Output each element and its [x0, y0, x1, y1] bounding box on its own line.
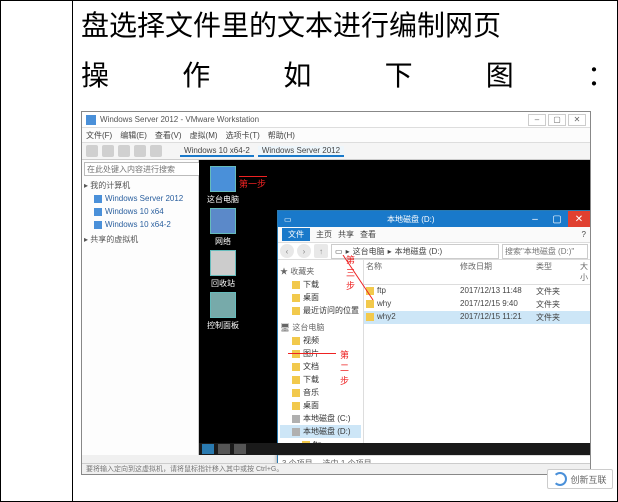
nav-up-button[interactable]: ↑	[314, 244, 328, 258]
desktop-icon-recycle[interactable]: 回收站	[205, 250, 241, 289]
menu-tab[interactable]: 选项卡(T)	[226, 130, 260, 141]
sidebar-item-recent[interactable]: 最近访问的位置	[280, 304, 361, 317]
ribbon-home[interactable]: 主页	[316, 229, 332, 240]
vmware-toolbar[interactable]: Windows 10 x64-2 Windows Server 2012	[82, 143, 590, 160]
explorer-titlebar[interactable]: ▭ 本地磁盘 (D:) – ▢ ✕	[278, 211, 590, 227]
nav-forward-button[interactable]: ›	[297, 244, 311, 258]
ribbon-share[interactable]: 共享	[338, 229, 354, 240]
sidebar-search-input[interactable]	[84, 162, 200, 176]
watermark-brand: 创新互联	[547, 469, 613, 489]
tree-item[interactable]: Windows 10 x64-2	[84, 218, 196, 231]
close-button[interactable]: ✕	[568, 114, 586, 126]
vmware-titlebar[interactable]: Windows Server 2012 - VMware Workstation…	[82, 112, 590, 128]
toolbar-icon[interactable]	[86, 145, 98, 157]
explorer-min-button[interactable]: –	[524, 211, 546, 227]
explorer-window: ▭ 本地磁盘 (D:) – ▢ ✕ 文件 主页 共享 查看 ? ‹ ›	[277, 210, 591, 468]
taskbar-item[interactable]	[234, 444, 246, 454]
explorer-addressbar[interactable]: ‹ › ↑ ▭ ▸ 这台电脑 ▸ 本地磁盘 (D:)	[278, 243, 590, 260]
sidebar-item-drive-c[interactable]: 本地磁盘 (C:)	[280, 412, 361, 425]
column-headers[interactable]: 名称 修改日期 类型 大小	[364, 260, 590, 285]
toolbar-icon[interactable]	[118, 145, 130, 157]
menu-edit[interactable]: 编辑(E)	[120, 130, 147, 141]
table-row[interactable]: ftp 2017/12/13 11:48 文件夹	[364, 285, 590, 298]
sidebar-item-music[interactable]: 音乐	[280, 386, 361, 399]
annotation-step1: 第一步	[239, 176, 267, 190]
ribbon-file[interactable]: 文件	[282, 228, 310, 241]
ribbon-view[interactable]: 查看	[360, 229, 376, 240]
nav-back-button[interactable]: ‹	[280, 244, 294, 258]
ribbon-help-icon[interactable]: ?	[582, 230, 586, 239]
explorer-search-input[interactable]	[502, 244, 588, 259]
tree-shared[interactable]: ▸ 共享的虚拟机	[84, 233, 196, 246]
drive-icon: ▭	[278, 215, 298, 224]
minimize-button[interactable]: –	[528, 114, 546, 126]
network-icon	[210, 208, 236, 234]
guest-taskbar[interactable]	[199, 443, 590, 455]
doc-line1: 盘选择文件里的文本进行编制网页	[81, 7, 615, 47]
sidebar-item-drive-d[interactable]: 本地磁盘 (D:)	[280, 425, 361, 438]
explorer-title: 本地磁盘 (D:)	[298, 214, 524, 225]
explorer-ribbon[interactable]: 文件 主页 共享 查看 ?	[278, 227, 590, 243]
tree-root[interactable]: ▸ 我的计算机	[84, 179, 196, 192]
vmware-statusbar: 要将输入定向到这虚拟机，请将鼠标指针移入其中或按 Ctrl+G。	[82, 463, 590, 474]
vmware-title: Windows Server 2012 - VMware Workstation	[100, 115, 526, 124]
menu-file[interactable]: 文件(F)	[86, 130, 112, 141]
menu-vm[interactable]: 虚拟(M)	[190, 130, 218, 141]
vmware-window: Windows Server 2012 - VMware Workstation…	[81, 111, 591, 475]
start-button[interactable]	[202, 444, 214, 454]
folder-icon	[366, 313, 374, 321]
brand-logo-icon	[553, 472, 567, 486]
table-row[interactable]: why 2017/12/15 9:40 文件夹	[364, 298, 590, 311]
sidebar-item-videos[interactable]: 视频	[280, 334, 361, 347]
table-row-selected[interactable]: why2 2017/12/15 11:21 文件夹	[364, 311, 590, 324]
sidebar-this-pc[interactable]: 🖥 这台电脑	[280, 321, 361, 334]
computer-icon	[210, 166, 236, 192]
vmware-sidebar[interactable]: ▸ 我的计算机 Windows Server 2012 Windows 10 x…	[82, 160, 199, 455]
desktop-icon-control-panel[interactable]: 控制面板	[205, 292, 241, 331]
taskbar-item[interactable]	[218, 444, 230, 454]
control-panel-icon	[210, 292, 236, 318]
tree-item[interactable]: Windows Server 2012	[84, 192, 196, 205]
toolbar-icon[interactable]	[102, 145, 114, 157]
menu-view[interactable]: 查看(V)	[155, 130, 182, 141]
tree-item[interactable]: Windows 10 x64	[84, 205, 196, 218]
doc-line2: 操 作 如 下 图 ：	[81, 57, 615, 97]
toolbar-icon[interactable]	[134, 145, 146, 157]
explorer-close-button[interactable]: ✕	[568, 211, 590, 227]
toolbar-icon[interactable]	[150, 145, 162, 157]
sidebar-item-desktop2[interactable]: 桌面	[280, 399, 361, 412]
vm-tab-active[interactable]: Windows Server 2012	[258, 146, 344, 157]
vmware-icon	[86, 115, 96, 125]
menu-help[interactable]: 帮助(H)	[268, 130, 295, 141]
vmware-menubar[interactable]: 文件(F) 编辑(E) 查看(V) 虚拟(M) 选项卡(T) 帮助(H)	[82, 128, 590, 143]
desktop-icon-this-pc[interactable]: 这台电脑	[205, 166, 241, 205]
maximize-button[interactable]: ▢	[548, 114, 566, 126]
recycle-icon	[210, 250, 236, 276]
desktop-icon-network[interactable]: 网络	[205, 208, 241, 247]
vm-tab[interactable]: Windows 10 x64-2	[180, 146, 254, 157]
explorer-max-button[interactable]: ▢	[546, 211, 568, 227]
guest-desktop[interactable]: 这台电脑 第一步 网络 回收站 控制面板 ▭ 本地磁盘 (D:) –	[199, 160, 590, 455]
explorer-file-list[interactable]: 名称 修改日期 类型 大小 ftp 2017/12/13 11:48 文件夹	[364, 260, 590, 455]
